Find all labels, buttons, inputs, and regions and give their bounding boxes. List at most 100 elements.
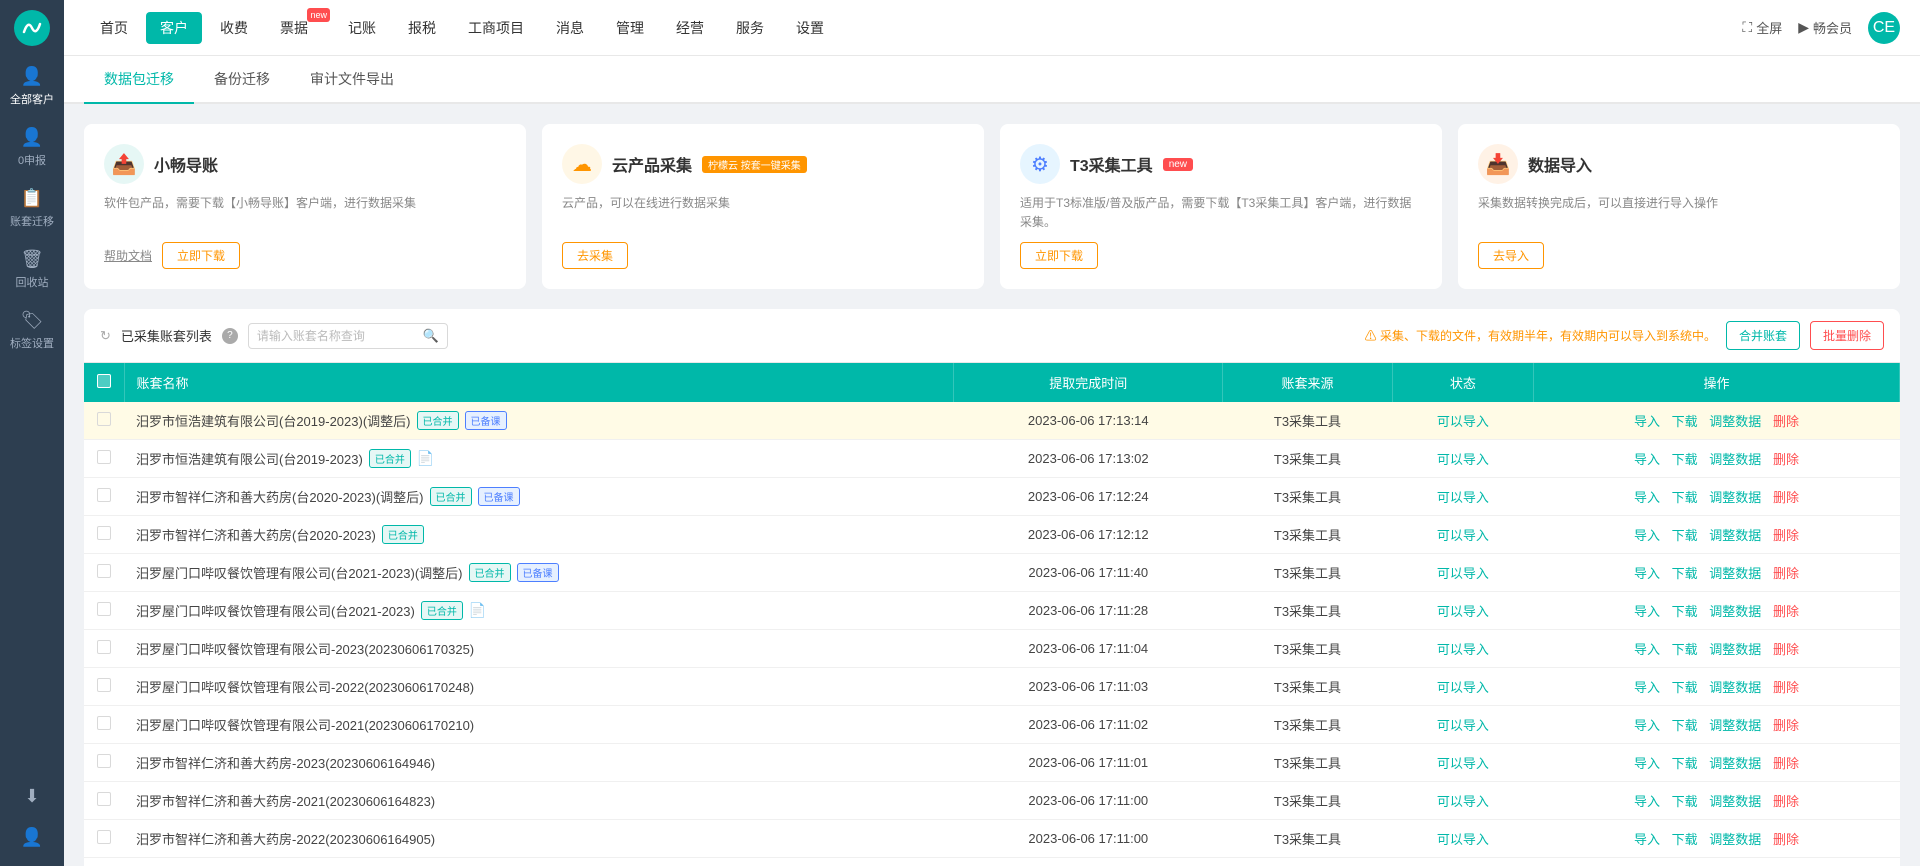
download-link[interactable]: 下载 (1672, 794, 1698, 809)
search-input[interactable] (257, 329, 417, 343)
help-icon[interactable]: ? (222, 328, 238, 344)
sidebar-item-label-settings[interactable]: 🏷 标签设置 (0, 300, 64, 361)
row-checkbox[interactable] (97, 754, 111, 768)
delete-link[interactable]: 删除 (1773, 414, 1799, 429)
row-ops: 导入 下载 调整数据 删除 (1533, 478, 1899, 516)
batch-delete-button[interactable]: 批量删除 (1810, 321, 1884, 350)
adjust-link[interactable]: 调整数据 (1709, 566, 1761, 581)
delete-link[interactable]: 删除 (1773, 528, 1799, 543)
row-checkbox[interactable] (97, 564, 111, 578)
adjust-link[interactable]: 调整数据 (1709, 604, 1761, 619)
adjust-link[interactable]: 调整数据 (1709, 642, 1761, 657)
help-doc-link[interactable]: 帮助文档 (104, 247, 152, 264)
import-link[interactable]: 导入 (1634, 832, 1660, 847)
nav-home[interactable]: 首页 (84, 0, 144, 56)
nav-operations[interactable]: 经营 (660, 0, 720, 56)
nav-tax[interactable]: 报税 (392, 0, 452, 56)
download-link[interactable]: 下载 (1672, 414, 1698, 429)
delete-link[interactable]: 删除 (1773, 490, 1799, 505)
delete-link[interactable]: 删除 (1773, 794, 1799, 809)
sidebar-item-recycle-bin[interactable]: 🗑 回收站 (0, 239, 64, 300)
row-checkbox[interactable] (97, 450, 111, 464)
nav-management[interactable]: 管理 (600, 0, 660, 56)
import-link[interactable]: 导入 (1634, 642, 1660, 657)
refresh-icon[interactable]: ↻ (100, 328, 111, 344)
sidebar-item-all-clients[interactable]: 👤 全部客户 (0, 56, 64, 117)
merge-button[interactable]: 合并账套 (1726, 321, 1800, 350)
adjust-link[interactable]: 调整数据 (1709, 832, 1761, 847)
tab-data-migration[interactable]: 数据包迁移 (84, 56, 194, 104)
adjust-link[interactable]: 调整数据 (1709, 414, 1761, 429)
download-link[interactable]: 下载 (1672, 452, 1698, 467)
tab-backup-migration[interactable]: 备份迁移 (194, 56, 290, 104)
search-icon[interactable]: 🔍 (423, 328, 439, 344)
import-link[interactable]: 导入 (1634, 604, 1660, 619)
delete-link[interactable]: 删除 (1773, 718, 1799, 733)
list-header: ↻ 已采集账套列表 ? 🔍 ⚠ 采集、下载的文件，有效期半年，有效期内可以导入到… (84, 309, 1900, 363)
extra-icon: 📄 (417, 450, 434, 467)
adjust-link[interactable]: 调整数据 (1709, 794, 1761, 809)
nav-clients[interactable]: 客户 (146, 12, 202, 44)
sidebar-item-download[interactable]: ⬇ (0, 778, 64, 815)
import-link[interactable]: 导入 (1634, 414, 1660, 429)
nav-fees[interactable]: 收费 (204, 0, 264, 56)
row-checkbox[interactable] (97, 830, 111, 844)
nav-service[interactable]: 服务 (720, 0, 780, 56)
adjust-link[interactable]: 调整数据 (1709, 528, 1761, 543)
download-link[interactable]: 下载 (1672, 490, 1698, 505)
adjust-link[interactable]: 调整数据 (1709, 490, 1761, 505)
delete-link[interactable]: 删除 (1773, 642, 1799, 657)
import-link[interactable]: 导入 (1634, 756, 1660, 771)
delete-link[interactable]: 删除 (1773, 452, 1799, 467)
row-checkbox[interactable] (97, 602, 111, 616)
adjust-link[interactable]: 调整数据 (1709, 718, 1761, 733)
sidebar-item-user-profile[interactable]: 👤 (0, 819, 64, 856)
delete-link[interactable]: 删除 (1773, 604, 1799, 619)
download-link[interactable]: 下载 (1672, 528, 1698, 543)
delete-link[interactable]: 删除 (1773, 680, 1799, 695)
import-link[interactable]: 导入 (1634, 452, 1660, 467)
fullscreen-btn[interactable]: ⛶ 全屏 (1742, 18, 1782, 37)
adjust-link[interactable]: 调整数据 (1709, 452, 1761, 467)
download-t3-button[interactable]: 立即下载 (1020, 242, 1098, 269)
row-checkbox[interactable] (97, 716, 111, 730)
import-link[interactable]: 导入 (1634, 718, 1660, 733)
download-link[interactable]: 下载 (1672, 756, 1698, 771)
download-link[interactable]: 下载 (1672, 604, 1698, 619)
row-checkbox[interactable] (97, 526, 111, 540)
sidebar-item-account-migration[interactable]: 📋 账套迁移 (0, 178, 64, 239)
vip-btn[interactable]: ▶ 畅会员 (1798, 18, 1852, 37)
row-checkbox[interactable] (97, 792, 111, 806)
nav-invoices[interactable]: 票据 new (264, 0, 332, 56)
nav-bookkeeping[interactable]: 记账 (332, 0, 392, 56)
sidebar-item-zero-report[interactable]: 👤 0申报 (0, 117, 64, 178)
tab-audit-export[interactable]: 审计文件导出 (290, 56, 414, 104)
import-link[interactable]: 导入 (1634, 794, 1660, 809)
download-now-button[interactable]: 立即下载 (162, 242, 240, 269)
delete-link[interactable]: 删除 (1773, 832, 1799, 847)
nav-settings[interactable]: 设置 (780, 0, 840, 56)
check-all[interactable] (97, 374, 111, 388)
row-checkbox[interactable] (97, 678, 111, 692)
row-checkbox[interactable] (97, 412, 111, 426)
download-link[interactable]: 下载 (1672, 642, 1698, 657)
import-link[interactable]: 导入 (1634, 566, 1660, 581)
row-checkbox[interactable] (97, 488, 111, 502)
delete-link[interactable]: 删除 (1773, 566, 1799, 581)
go-import-button[interactable]: 去导入 (1478, 242, 1544, 269)
avatar[interactable]: CE (1868, 12, 1900, 44)
nav-messages[interactable]: 消息 (540, 0, 600, 56)
download-link[interactable]: 下载 (1672, 680, 1698, 695)
delete-link[interactable]: 删除 (1773, 756, 1799, 771)
download-link[interactable]: 下载 (1672, 832, 1698, 847)
import-link[interactable]: 导入 (1634, 490, 1660, 505)
go-collect-button[interactable]: 去采集 (562, 242, 628, 269)
download-link[interactable]: 下载 (1672, 566, 1698, 581)
adjust-link[interactable]: 调整数据 (1709, 680, 1761, 695)
adjust-link[interactable]: 调整数据 (1709, 756, 1761, 771)
download-link[interactable]: 下载 (1672, 718, 1698, 733)
import-link[interactable]: 导入 (1634, 528, 1660, 543)
nav-business[interactable]: 工商项目 (452, 0, 540, 56)
row-checkbox[interactable] (97, 640, 111, 654)
import-link[interactable]: 导入 (1634, 680, 1660, 695)
